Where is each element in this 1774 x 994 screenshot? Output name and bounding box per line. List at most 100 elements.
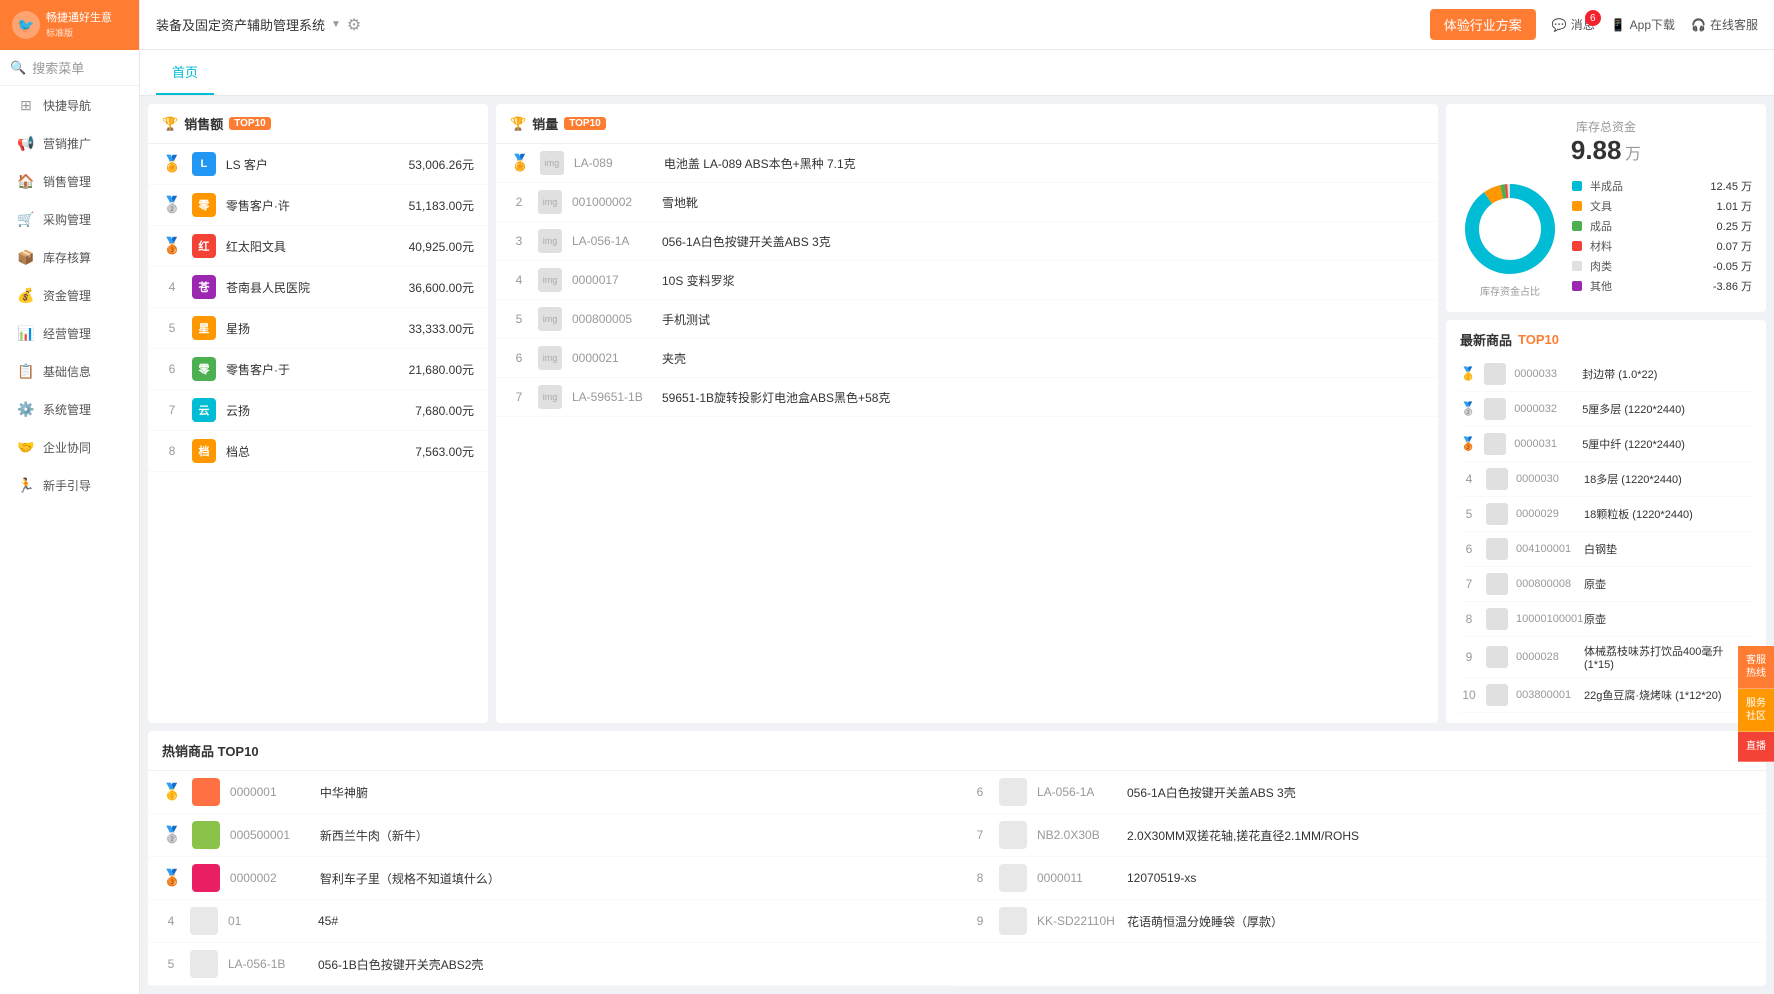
new-product-item: 🥈 0000032 5厘多层 (1220*2440) xyxy=(1460,392,1752,427)
cs-hotline-button[interactable]: 客服热线 xyxy=(1738,646,1774,689)
content-area: 🏆 销售额 TOP10 🏅 L LS 客户 53,006.26元 🥈 零 零售客… xyxy=(140,96,1774,994)
sidebar-item-guide[interactable]: 🏃 新手引导 xyxy=(0,466,139,504)
product-rank-item: 2 img 001000002 雪地靴 xyxy=(496,183,1438,222)
new-product-name: 封边带 (1.0*22) xyxy=(1582,366,1752,382)
product-image: img xyxy=(540,151,564,175)
mobile-icon: 📱 xyxy=(1611,18,1626,32)
sidebar-item-sales[interactable]: 🏠 销售管理 xyxy=(0,162,139,200)
product-code: LA-056-1A xyxy=(572,234,652,248)
inventory-chart-area: 库存资金占比 半成品 12.45 万 文具 1.01 万 成品 0.25 万 材… xyxy=(1460,178,1752,298)
sidebar-item-finance[interactable]: 💰 资金管理 xyxy=(0,276,139,314)
new-product-code: 0000029 xyxy=(1516,508,1576,520)
customer-rank-item: 5 星 星扬 33,333.00元 xyxy=(148,308,488,349)
hot-rank-num: 7 xyxy=(971,828,989,842)
sidebar-item-system[interactable]: ⚙️ 系统管理 xyxy=(0,390,139,428)
inventory-label: 库存总资金 xyxy=(1576,120,1636,134)
dropdown-icon[interactable]: ▼ xyxy=(331,19,341,30)
online-service-button[interactable]: 🎧 在线客服 xyxy=(1691,16,1758,33)
search-menu[interactable]: 🔍 搜索菜单 xyxy=(0,50,139,86)
guide-icon: 🏃 xyxy=(17,476,35,494)
customer-service-float: 客服热线 服务社区 直播 xyxy=(1738,646,1774,762)
customer-rank-item: 6 零 零售客户·于 21,680.00元 xyxy=(148,349,488,390)
hot-product-name: 中华神腑 xyxy=(320,784,943,801)
product-image: img xyxy=(538,346,562,370)
customer-value: 36,600.00元 xyxy=(409,279,474,296)
sidebar-item-purchase[interactable]: 🛒 采购管理 xyxy=(0,200,139,238)
sidebar-item-quick-nav[interactable]: ⊞ 快捷导航 xyxy=(0,86,139,124)
hot-product-item: 🥈 000500001 新西兰牛肉（新牛） xyxy=(148,814,957,857)
new-product-item: 4 0000030 18多层 (1220*2440) xyxy=(1460,462,1752,497)
quick-nav-icon: ⊞ xyxy=(17,96,35,114)
customer-rank-item: 7 云 云扬 7,680.00元 xyxy=(148,390,488,431)
product-name: 10S 变料罗浆 xyxy=(662,272,1424,289)
product-ranking-panel: 🏆 销量 TOP10 🏅 img LA-089 电池盖 LA-089 ABS本色… xyxy=(496,104,1438,723)
product-ranking-header: 🏆 销量 TOP10 xyxy=(496,104,1438,144)
hot-rank-num: 6 xyxy=(971,785,989,799)
cooperation-label: 企业协同 xyxy=(43,439,91,456)
new-prod-rank-num: 8 xyxy=(1460,612,1478,626)
prod-rank-num: 3 xyxy=(510,234,528,248)
customer-avatar: 云 xyxy=(192,398,216,422)
system-icon: ⚙️ xyxy=(17,400,35,418)
sidebar-item-operation[interactable]: 📊 经营管理 xyxy=(0,314,139,352)
hot-product-image xyxy=(999,907,1027,935)
hot-product-item: 🥉 0000002 智利车子里（规格不知道填什么） xyxy=(148,857,957,900)
legend-value: -3.86 万 xyxy=(1713,278,1752,294)
legend-dot xyxy=(1572,221,1582,231)
logo-icon: 🐦 xyxy=(12,11,40,39)
experience-button[interactable]: 体验行业方案 xyxy=(1430,9,1536,40)
customer-name: 档总 xyxy=(226,443,405,460)
legend-name: 其他 xyxy=(1572,278,1713,294)
legend-name: 成品 xyxy=(1572,218,1717,234)
new-prod-rank-num: 5 xyxy=(1460,507,1478,521)
cs-live-button[interactable]: 直播 xyxy=(1738,732,1774,762)
new-product-image xyxy=(1484,363,1506,385)
inventory-icon: 📦 xyxy=(17,248,35,266)
hot-product-image xyxy=(190,950,218,978)
cs-community-button[interactable]: 服务社区 xyxy=(1738,689,1774,732)
customer-name: 云扬 xyxy=(226,402,405,419)
sidebar-item-inventory[interactable]: 📦 库存核算 xyxy=(0,238,139,276)
prod-rank-num: 7 xyxy=(510,390,528,404)
inventory-total: 库存总资金 9.88 万 xyxy=(1460,118,1752,166)
inventory-value: 9.88 xyxy=(1571,135,1622,165)
legend-label: 半成品 xyxy=(1590,178,1623,194)
product-code: 0000017 xyxy=(572,273,652,287)
prod-rank-num: 6 xyxy=(510,351,528,365)
silver-medal-icon: 🥈 xyxy=(162,195,182,215)
customer-name: 零售客户·许 xyxy=(226,197,399,214)
legend-dot xyxy=(1572,181,1582,191)
product-name: 雪地靴 xyxy=(662,194,1424,211)
new-prod-rank-num: 10 xyxy=(1460,688,1478,702)
customer-avatar: 档 xyxy=(192,439,216,463)
app-download-button[interactable]: 📱 App下载 xyxy=(1611,16,1675,33)
settings-icon[interactable]: ⚙ xyxy=(347,15,361,35)
legend-label: 材料 xyxy=(1590,238,1612,254)
sidebar-item-cooperation[interactable]: 🤝 企业协同 xyxy=(0,428,139,466)
message-button[interactable]: 💬 消息 6 xyxy=(1552,16,1595,33)
sidebar-item-marketing[interactable]: 📢 营销推广 xyxy=(0,124,139,162)
new-product-image xyxy=(1486,608,1508,630)
hot-product-image xyxy=(999,778,1027,806)
hot-product-name: 056-1B白色按键开关壳ABS2壳 xyxy=(318,956,943,973)
hot-products-title: 热销商品 TOP10 xyxy=(162,741,259,760)
basic-info-icon: 📋 xyxy=(17,362,35,380)
hot-product-image xyxy=(190,907,218,935)
tab-home[interactable]: 首页 xyxy=(156,50,214,95)
sidebar-item-basic-info[interactable]: 📋 基础信息 xyxy=(0,352,139,390)
page-tabs: 首页 xyxy=(156,50,1758,95)
customer-name: 零售客户·于 xyxy=(226,361,399,378)
new-product-item: 🥇 0000033 封边带 (1.0*22) xyxy=(1460,357,1752,392)
legend-item: 材料 0.07 万 xyxy=(1572,238,1752,254)
right-panel: 库存总资金 9.88 万 xyxy=(1446,104,1766,723)
product-rank-list: 🏅 img LA-089 电池盖 LA-089 ABS本色+黑种 7.1克 2 … xyxy=(496,144,1438,417)
customer-avatar: 苍 xyxy=(192,275,216,299)
product-rank-item: 3 img LA-056-1A 056-1A白色按键开关盖ABS 3克 xyxy=(496,222,1438,261)
new-product-item: 🥉 0000031 5厘中纤 (1220*2440) xyxy=(1460,427,1752,462)
legend-dot xyxy=(1572,281,1582,291)
operation-icon: 📊 xyxy=(17,324,35,342)
new-product-item: 5 0000029 18颗粒板 (1220*2440) xyxy=(1460,497,1752,532)
hot-product-code: LA-056-1B xyxy=(228,957,308,971)
main-area: 装备及固定资产辅助管理系统 ▼ ⚙ 体验行业方案 💬 消息 6 📱 App下载 … xyxy=(140,0,1774,994)
product-top10-badge: TOP10 xyxy=(564,117,606,130)
